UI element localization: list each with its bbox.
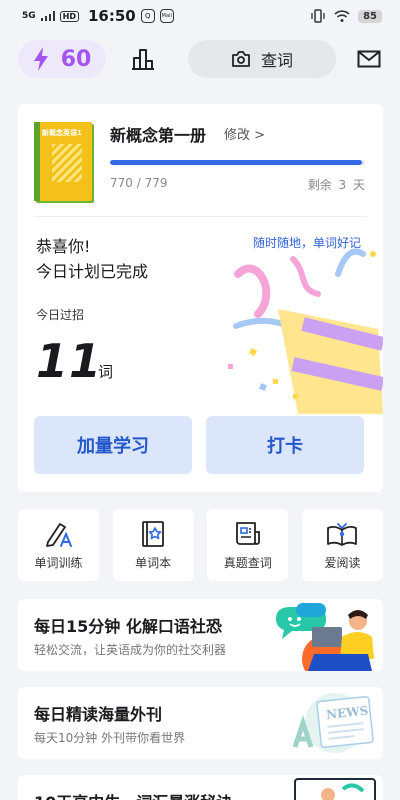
signal-icon	[40, 11, 55, 21]
congrats-line1: 恭喜你!	[36, 237, 91, 256]
feature-title: 每日15分钟 化解口语社恐	[34, 617, 222, 636]
mail-icon	[357, 50, 381, 68]
feature-subtitle: 每天10分钟 外刊带你看世界	[34, 731, 186, 745]
book-cover-art	[52, 144, 82, 182]
book-title: 新概念第一册	[110, 126, 207, 145]
leaderboard-icon	[132, 49, 154, 70]
student-illustration	[294, 778, 376, 800]
book-progress-bar	[110, 160, 365, 165]
study-more-button[interactable]: 加量学习	[34, 416, 192, 474]
quick-tools: 单词训练 单词本 真题查词 爱阅读	[18, 509, 383, 581]
pencil-a-icon	[45, 522, 72, 547]
wifi-icon	[334, 10, 350, 22]
speaking-illustration	[276, 603, 374, 671]
notification-app-label: Q	[144, 12, 151, 20]
days-left: 剩余 3 天	[307, 178, 365, 192]
energy-badge[interactable]: 60	[18, 40, 106, 78]
newspaper-illustration: NEWS	[292, 693, 374, 753]
top-bar: 60 查词	[18, 40, 382, 78]
checkin-button[interactable]: 打卡	[206, 416, 364, 474]
study-plan-card: 新概念英语1 新概念第一册 修改 > 770 / 779 剩余 3 天 恭喜你!…	[18, 104, 383, 492]
divider	[34, 216, 367, 217]
tool-exam-lookup[interactable]: 真题查词	[207, 509, 289, 581]
party-popper-illustration	[228, 248, 383, 414]
vibrate-icon	[311, 9, 325, 23]
tool-wordbook[interactable]: 单词本	[112, 509, 194, 581]
congrats-line2: 今日计划已完成	[36, 262, 149, 281]
energy-count: 60	[60, 46, 92, 72]
feature-card-vocabulary[interactable]: 10天高中生，词汇暴涨秘诀	[18, 775, 383, 800]
book-progress-text: 770 / 779	[110, 176, 168, 190]
lightning-icon	[33, 47, 48, 71]
edit-book-link[interactable]: 修改 >	[224, 124, 265, 143]
battery-indicator: 85	[358, 9, 382, 23]
tool-label: 真题查词	[223, 555, 272, 570]
book-cover-title: 新概念英语1	[42, 129, 82, 137]
feature-title: 每日精读海量外刊	[34, 705, 163, 724]
status-bar: 5G HD 16:50 Q Mail 85	[0, 0, 400, 32]
tool-reading[interactable]: 爱阅读	[301, 509, 383, 581]
tool-label: 单词训练	[34, 555, 83, 570]
exam-paper-icon	[235, 521, 260, 545]
open-book-icon	[327, 522, 358, 546]
tool-word-training[interactable]: 单词训练	[18, 509, 99, 581]
today-word-count: 11	[36, 334, 103, 388]
congrats-message: 恭喜你! 今日计划已完成	[36, 234, 148, 284]
notification-app-icon: Q	[140, 9, 155, 23]
today-label: 今日过招	[36, 308, 85, 322]
word-search-label: 查词	[260, 51, 293, 70]
tool-label: 爱阅读	[324, 555, 361, 570]
network-indicator: 5G	[22, 11, 36, 21]
notification-mail-icon: Mail	[159, 9, 174, 23]
word-search-button[interactable]: 查词	[188, 40, 336, 78]
feature-card-speaking[interactable]: 每日15分钟 化解口语社恐 轻松交流，让英语成为你的社交利器	[18, 599, 383, 671]
feature-card-reading[interactable]: 每日精读海量外刊 每天10分钟 外刊带你看世界 NEWS	[18, 687, 383, 759]
hd-icon: HD	[59, 10, 79, 22]
feature-title: 10天高中生，词汇暴涨秘诀	[34, 789, 232, 800]
book-spine	[34, 122, 40, 201]
word-unit: 词	[98, 363, 114, 381]
notification-mail-label: Mail	[161, 13, 172, 19]
clock-time: 16:50	[88, 7, 136, 25]
tool-label: 单词本	[135, 555, 172, 570]
camera-icon	[232, 51, 250, 67]
book-cover[interactable]: 新概念英语1	[34, 122, 92, 201]
leaderboard-button[interactable]	[130, 46, 156, 72]
messages-button[interactable]	[356, 46, 382, 72]
book-progress-fill	[110, 160, 362, 165]
slogan-text: 随时随地，单词好记	[252, 236, 361, 250]
feature-subtitle: 轻松交流，让英语成为你的社交利器	[34, 643, 227, 657]
wordbook-star-icon	[142, 520, 165, 547]
